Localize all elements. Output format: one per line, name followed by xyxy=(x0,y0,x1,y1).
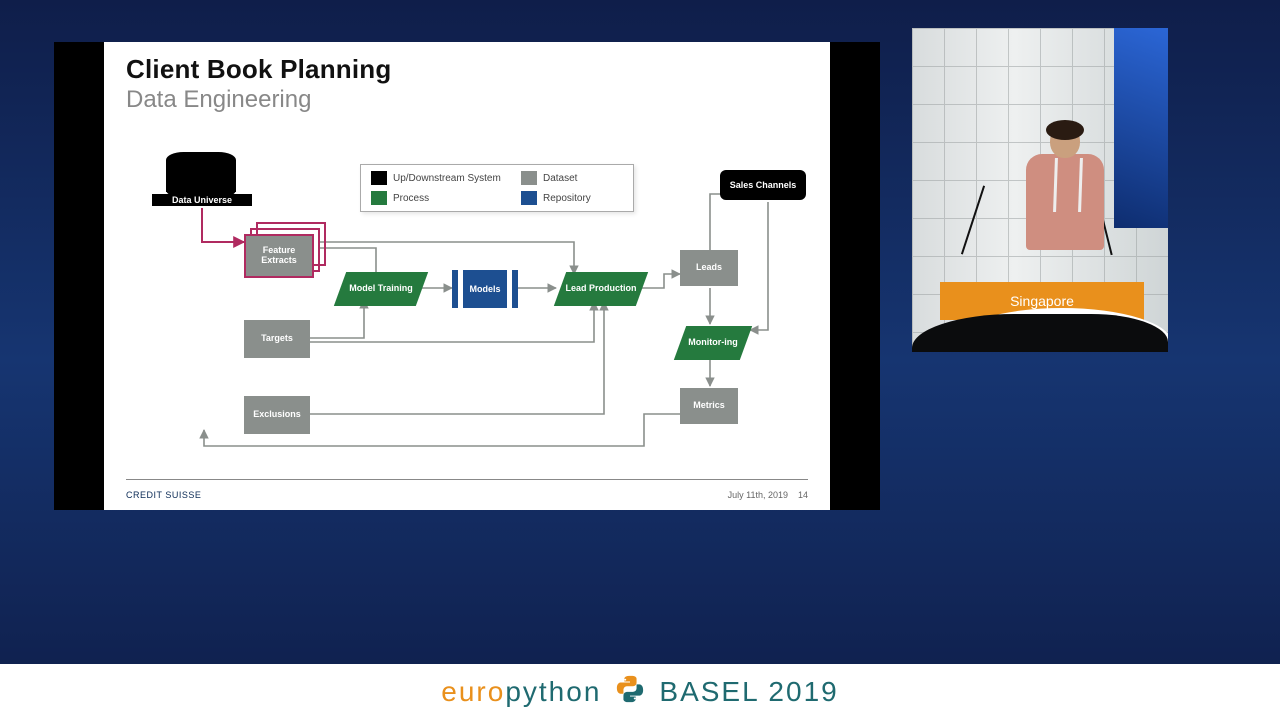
speaker-camera: Singapore python xyxy=(912,28,1168,352)
node-targets: Targets xyxy=(244,320,310,358)
node-feature-extracts: Feature Extracts xyxy=(244,234,314,278)
legend-box: Up/Downstream System Process Dataset Rep… xyxy=(360,164,634,212)
slide-date: July 11th, 2019 xyxy=(728,490,788,500)
slide-letterbox: Client Book Planning Data Engineering Up… xyxy=(54,42,880,510)
label-data-universe: Data Universe xyxy=(152,194,252,206)
node-data-universe xyxy=(166,152,236,192)
banner-basel: BASEL 2019 xyxy=(659,676,838,708)
conference-banner: europython BASEL 2019 xyxy=(0,664,1280,720)
node-lead-production: Lead Production xyxy=(560,272,642,306)
footer-divider xyxy=(126,479,808,480)
node-model-training: Model Training xyxy=(340,272,422,306)
legend-dataset: Dataset xyxy=(521,171,577,185)
legend-process: Process xyxy=(371,191,429,205)
node-leads: Leads xyxy=(680,250,738,286)
node-metrics: Metrics xyxy=(680,388,738,424)
brand-credit-suisse: CREDIT SUISSE xyxy=(126,490,201,500)
python-logo-icon xyxy=(615,674,645,711)
node-exclusions: Exclusions xyxy=(244,396,310,434)
node-models: Models xyxy=(452,270,518,308)
legend-repository: Repository xyxy=(521,191,591,205)
slide-page-number: 14 xyxy=(798,490,808,500)
slide-subtitle: Data Engineering xyxy=(126,86,311,114)
banner-euro: europython xyxy=(441,676,601,708)
node-monitoring: Monitor-ing xyxy=(680,326,746,360)
legend-updown: Up/Downstream System xyxy=(371,171,501,185)
slide: Client Book Planning Data Engineering Up… xyxy=(104,42,830,510)
node-sales-channels: Sales Channels xyxy=(720,170,806,200)
slide-title: Client Book Planning xyxy=(126,54,391,85)
video-frame: Client Book Planning Data Engineering Up… xyxy=(0,0,1280,720)
speaker-person xyxy=(1020,124,1108,252)
